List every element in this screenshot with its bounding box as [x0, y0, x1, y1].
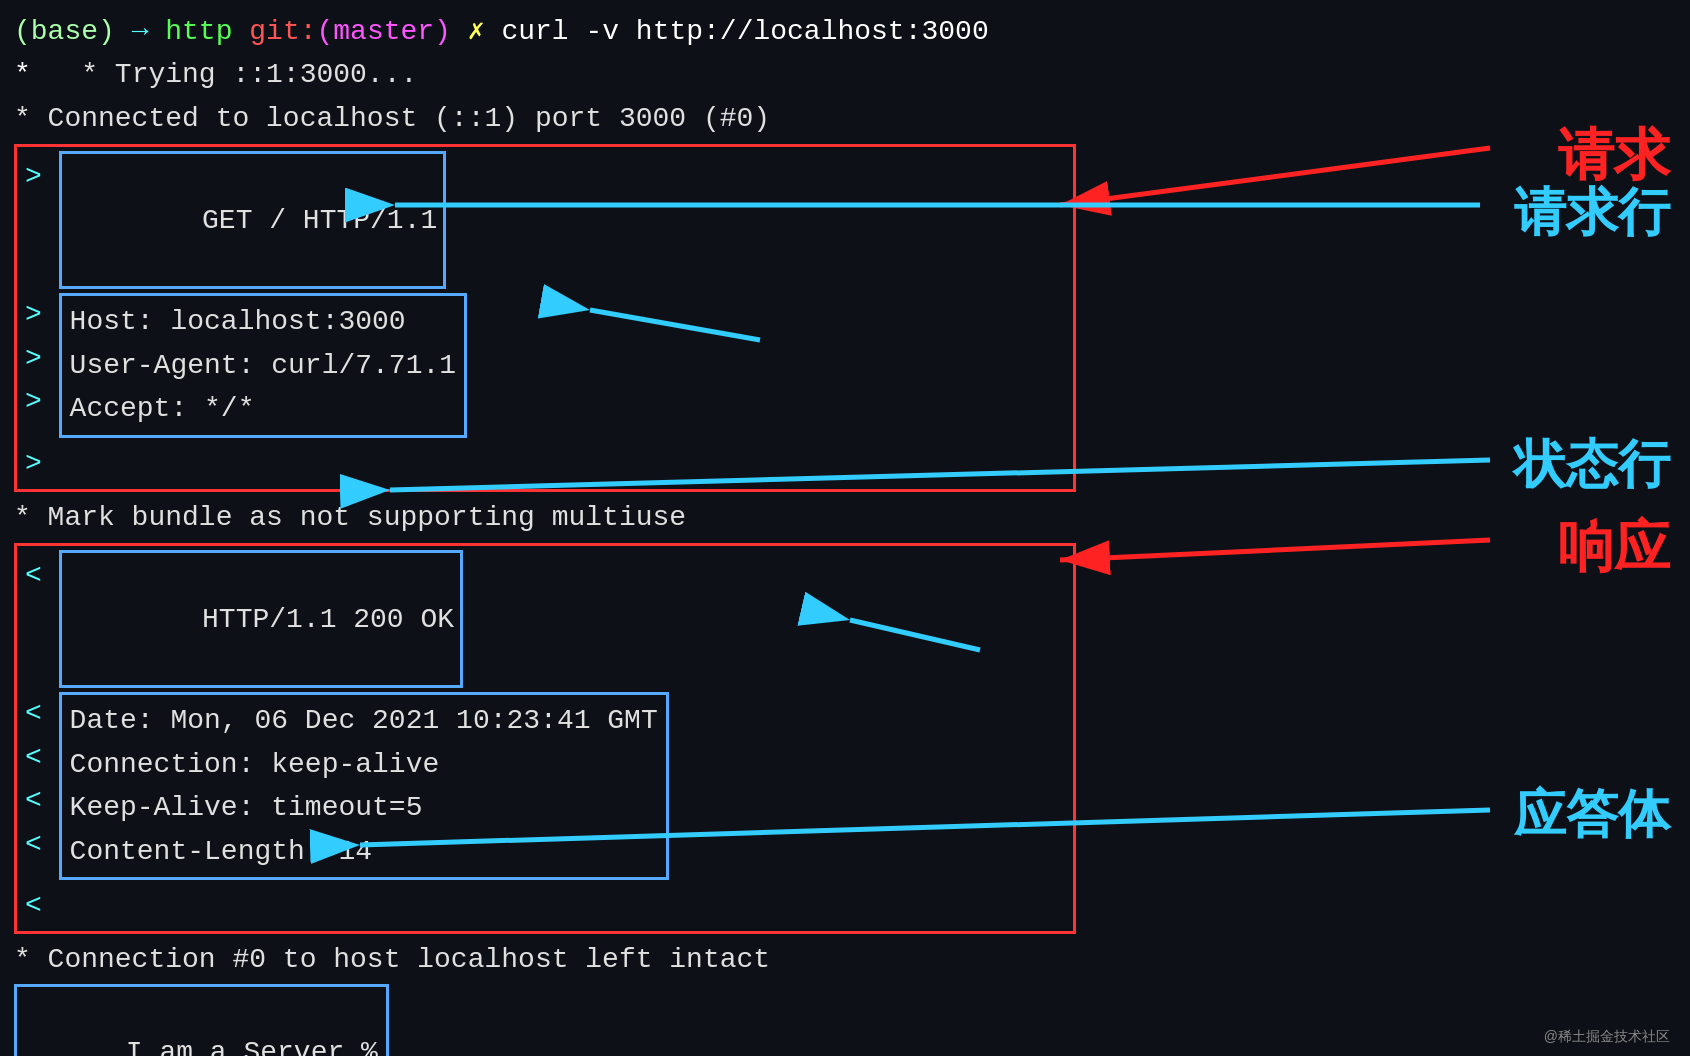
- lt1: <: [25, 554, 59, 597]
- request-line-text: GET / HTTP/1.1: [202, 205, 437, 236]
- gt-empty: >: [25, 442, 42, 485]
- request-line-box: GET / HTTP/1.1: [59, 151, 447, 289]
- prompt-git-label: git:: [249, 10, 316, 53]
- connection-close-text: * Connection #0 to host localhost left i…: [14, 938, 770, 981]
- prompt-space1: [232, 10, 249, 53]
- gt3: >: [25, 337, 59, 380]
- lt2-line: <: [25, 692, 59, 735]
- response-label: 响应: [1558, 510, 1670, 586]
- prompt-http: http: [165, 10, 232, 53]
- terminal-window: (base) → http git: (master) ✗ curl -v ht…: [0, 0, 1090, 1056]
- mark-bundle-text: * Mark bundle as not supporting multiuse: [14, 496, 686, 539]
- request-line-label: 请求行: [1514, 178, 1670, 248]
- response-headers-row: < < < < Date: Mon, 06 Dec 2021 10:23:41 …: [25, 688, 1065, 884]
- lt5-line: <: [25, 823, 59, 866]
- lt-empty-line: <: [25, 884, 1065, 927]
- prompt-x: ✗: [468, 10, 485, 53]
- headers-row: > > > Host: localhost:3000 User-Agent: c…: [25, 289, 1065, 441]
- connected-text: * Connected to localhost (::1) port 3000…: [14, 97, 770, 140]
- prompt-space3: [485, 10, 502, 53]
- response-body-label: 应答体: [1514, 780, 1670, 850]
- response-block: < HTTP/1.1 200 OK < < < < Date: Mon, 06 …: [14, 543, 1076, 934]
- body-text: I am a Server %: [126, 1037, 378, 1056]
- gt2-line: >: [25, 293, 59, 336]
- gt2: >: [25, 293, 59, 336]
- prompt-space2: [451, 10, 468, 53]
- curl-command: curl -v http://localhost:3000: [501, 10, 988, 53]
- lt4: <: [25, 779, 59, 822]
- lt3-line: <: [25, 736, 59, 779]
- request-block: > GET / HTTP/1.1 > > > Host: localhost:3…: [14, 144, 1076, 492]
- status-line-text: HTTP/1.1 200 OK: [202, 604, 454, 635]
- prompt-base: (base): [14, 10, 115, 53]
- header-host: Host: localhost:3000: [70, 300, 456, 343]
- header-ua: User-Agent: curl/7.71.1: [70, 344, 456, 387]
- star1: *: [14, 53, 81, 96]
- mark-bundle-line: * Mark bundle as not supporting multiuse: [14, 496, 1076, 539]
- lt4-line: <: [25, 779, 59, 822]
- status-line-row: < HTTP/1.1 200 OK: [25, 550, 1065, 688]
- gt3-line: >: [25, 337, 59, 380]
- body-line: I am a Server %: [14, 982, 1076, 1056]
- connection-close-line: * Connection #0 to host localhost left i…: [14, 938, 1076, 981]
- resp-header-date: Date: Mon, 06 Dec 2021 10:23:41 GMT: [70, 699, 658, 742]
- prompt-line: (base) → http git: (master) ✗ curl -v ht…: [14, 10, 1076, 53]
- trying-line: * * Trying ::1:3000...: [14, 53, 1076, 96]
- connected-line: * Connected to localhost (::1) port 3000…: [14, 97, 1076, 140]
- resp-header-ka: Keep-Alive: timeout=5: [70, 786, 658, 829]
- lt-empty: <: [25, 884, 42, 927]
- status-line-label: 状态行: [1514, 430, 1670, 500]
- lt-column: < < < <: [25, 688, 59, 866]
- resp-header-cl: Content-Length: 14: [70, 830, 658, 873]
- lt2: <: [25, 692, 59, 735]
- gt-empty-line: >: [25, 442, 1065, 485]
- header-accept: Accept: */*: [70, 387, 456, 430]
- resp-header-conn: Connection: keep-alive: [70, 743, 658, 786]
- gt1: >: [25, 155, 59, 198]
- body-box: I am a Server %: [14, 984, 389, 1056]
- request-line-row: > GET / HTTP/1.1: [25, 151, 1065, 289]
- prompt-arrow: →: [115, 10, 165, 53]
- prompt-branch: (master): [317, 10, 451, 53]
- gt-column: > > >: [25, 289, 59, 423]
- lt5: <: [25, 823, 59, 866]
- watermark: @稀土掘金技术社区: [1544, 1028, 1670, 1046]
- request-headers-box: Host: localhost:3000 User-Agent: curl/7.…: [59, 293, 467, 437]
- trying-text: * Trying ::1:3000...: [81, 53, 417, 96]
- status-line-box: HTTP/1.1 200 OK: [59, 550, 463, 688]
- gt4: >: [25, 380, 59, 423]
- lt3: <: [25, 736, 59, 779]
- response-headers-box: Date: Mon, 06 Dec 2021 10:23:41 GMT Conn…: [59, 692, 669, 880]
- annotations-panel: 请求 请求行 请求头 状态行 响应 响应头 应答体: [1090, 0, 1690, 1056]
- gt4-line: >: [25, 380, 59, 423]
